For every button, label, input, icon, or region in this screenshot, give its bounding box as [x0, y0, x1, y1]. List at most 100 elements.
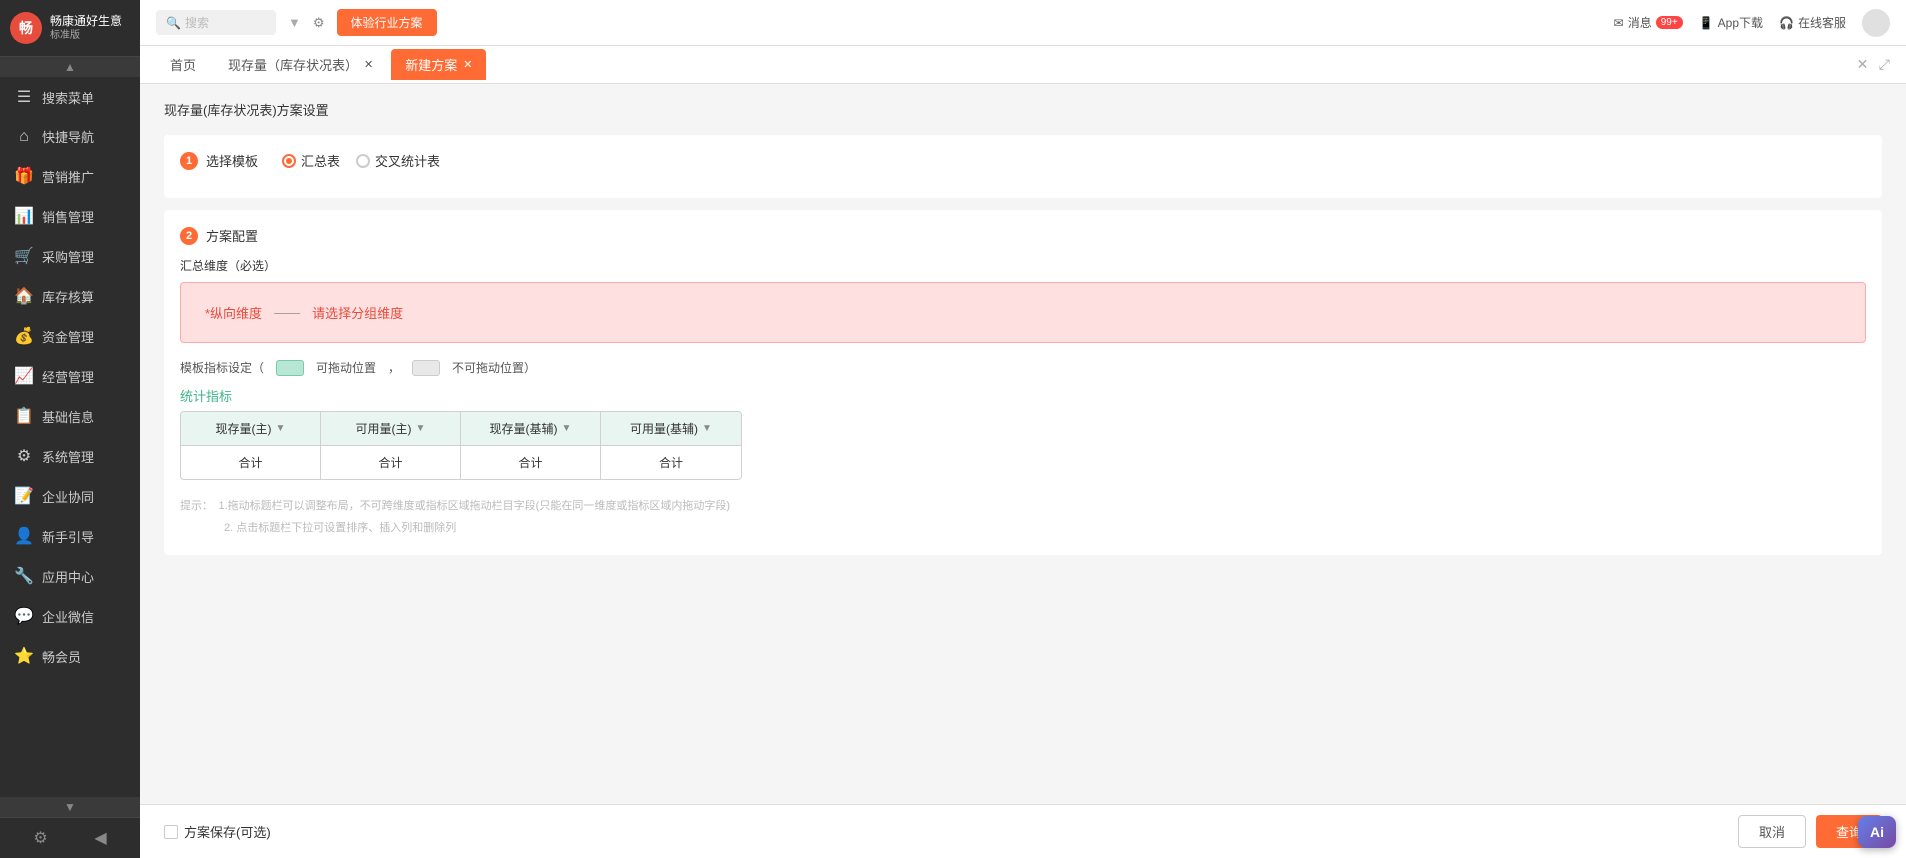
maximize-icon: ⤢	[1879, 56, 1890, 72]
page-title: 现存量(库存状况表)方案设置	[164, 100, 1882, 119]
col-header-2[interactable]: 现存量(基辅) ▼	[461, 412, 601, 446]
top-gear-icon[interactable]: ⚙	[313, 15, 325, 31]
indicator-row: 模板指标设定（ 可拖动位置 ， 不可拖动位置）	[180, 359, 1866, 376]
step1-num: 1	[180, 152, 198, 170]
table-header: 现存量(主) ▼ 可用量(主) ▼ 现存量(基辅) ▼	[181, 412, 741, 446]
table-body: 合计 合计 合计 合计	[181, 446, 741, 479]
sidebar-item-wechat[interactable]: 💬 企业微信	[0, 596, 140, 636]
sidebar-nav: ☰ 搜索菜单 ⌂ 快捷导航 🎁 营销推广 📊 销售管理 🛒 采购管理 🏠 库存核…	[0, 77, 140, 797]
chevron-icon-2: ▼	[562, 423, 572, 434]
tab-expand-btn[interactable]: ✕ ⤢	[1857, 56, 1890, 74]
tips-area: 提示： 1.拖动标题栏可以调整布局，不可跨维度或指标区域拖动栏目字段(只能在同一…	[180, 495, 1866, 539]
app-download-btn[interactable]: 📱 App下载	[1699, 14, 1763, 31]
appstore-icon: 🔧	[14, 566, 34, 586]
tab-inventory[interactable]: 现存量（库存状况表） ✕	[214, 49, 387, 80]
col-header-0[interactable]: 现存量(主) ▼	[181, 412, 321, 446]
dim-label: 汇总维度（必选）	[180, 257, 1866, 274]
ai-float-button[interactable]: Ai	[1858, 816, 1896, 848]
collapse-btn[interactable]: ◀	[94, 828, 106, 848]
save-checkbox[interactable]	[164, 825, 178, 839]
bottom-bar: 方案保存(可选) 取消 查询	[140, 804, 1906, 858]
cancel-button[interactable]: 取消	[1738, 815, 1806, 848]
radio-summary[interactable]: 汇总表	[282, 151, 340, 170]
radio-cross-dot	[356, 154, 370, 168]
top-search[interactable]: 🔍 搜索	[156, 10, 276, 35]
online-service-btn[interactable]: 🎧 在线客服	[1779, 14, 1846, 31]
chevron-icon-1: ▼	[416, 423, 426, 434]
logo-icon: 畅	[10, 12, 42, 44]
close-panel-icon: ✕	[1857, 56, 1869, 72]
sidebar-item-finance[interactable]: 💰 资金管理	[0, 316, 140, 356]
system-icon: ⚙	[14, 446, 34, 466]
sidebar-item-search[interactable]: ☰ 搜索菜单	[0, 77, 140, 117]
sidebar: 畅 畅康通好生意 标准版 ▲ ☰ 搜索菜单 ⌂ 快捷导航 🎁 营销推广 📊 销售…	[0, 0, 140, 858]
tab-new-plan-close[interactable]: ✕	[463, 58, 472, 71]
sidebar-logo: 畅 畅康通好生意 标准版	[0, 0, 140, 57]
sidebar-item-collab[interactable]: 📝 企业协同	[0, 476, 140, 516]
sidebar-scroll-down[interactable]: ▼	[0, 797, 140, 817]
purchase-icon: 🛒	[14, 246, 34, 266]
step2-section: 2 方案配置 汇总维度（必选） *纵向维度 —— 请选择分组维度 模板指标设定（…	[164, 210, 1882, 555]
col-cell-1: 合计	[321, 446, 461, 479]
user-avatar[interactable]	[1862, 9, 1890, 37]
dim-required: *纵向维度	[205, 303, 262, 322]
radio-cross[interactable]: 交叉统计表	[356, 151, 440, 170]
sidebar-item-newbie[interactable]: 👤 新手引导	[0, 516, 140, 556]
finance-icon: 💰	[14, 326, 34, 346]
save-option: 方案保存(可选)	[164, 822, 271, 841]
chevron-icon-3: ▼	[702, 423, 712, 434]
sales-icon: 📊	[14, 206, 34, 226]
draggable-indicator-box	[276, 360, 304, 376]
top-bar-right: ✉ 消息 99+ 📱 App下载 🎧 在线客服	[1614, 9, 1890, 37]
collab-icon: 📝	[14, 486, 34, 506]
top-bar: 🔍 搜索 ▼ ⚙ 体验行业方案 ✉ 消息 99+ 📱 App下载 🎧 在线客服	[140, 0, 1906, 46]
tip-1: 提示： 1.拖动标题栏可以调整布局，不可跨维度或指标区域拖动栏目字段(只能在同一…	[180, 495, 1866, 517]
search-menu-icon: ☰	[14, 87, 34, 107]
experience-btn[interactable]: 体验行业方案	[337, 9, 437, 36]
sidebar-item-sales[interactable]: 📊 销售管理	[0, 196, 140, 236]
management-icon: 📈	[14, 366, 34, 386]
indicator-sep: ，	[388, 359, 400, 376]
step1-header: 1 选择模板 汇总表 交叉统计表	[180, 151, 1866, 170]
dim-area[interactable]: *纵向维度 —— 请选择分组维度	[180, 282, 1866, 343]
sidebar-scroll-up[interactable]: ▲	[0, 57, 140, 77]
main-area: 🔍 搜索 ▼ ⚙ 体验行业方案 ✉ 消息 99+ 📱 App下载 🎧 在线客服	[140, 0, 1906, 858]
sidebar-item-system[interactable]: ⚙ 系统管理	[0, 436, 140, 476]
step2-title: 方案配置	[206, 226, 258, 245]
col-header-3[interactable]: 可用量(基辅) ▼	[601, 412, 741, 446]
step1-title: 选择模板	[206, 151, 258, 170]
tab-inventory-close[interactable]: ✕	[364, 58, 373, 71]
marketing-icon: 🎁	[14, 166, 34, 186]
sidebar-item-purchase[interactable]: 🛒 采购管理	[0, 236, 140, 276]
step2-header: 2 方案配置	[180, 226, 1866, 245]
tab-bar: 首页 现存量（库存状况表） ✕ 新建方案 ✕ ✕ ⤢	[140, 46, 1906, 84]
data-table: 现存量(主) ▼ 可用量(主) ▼ 现存量(基辅) ▼	[180, 411, 742, 480]
message-badge: 99+	[1656, 16, 1683, 29]
home-icon: ⌂	[14, 128, 34, 146]
sidebar-item-marketing[interactable]: 🎁 营销推广	[0, 156, 140, 196]
sidebar-item-quicknav[interactable]: ⌂ 快捷导航	[0, 117, 140, 156]
indicator-label: 模板指标设定（	[180, 359, 264, 376]
message-section[interactable]: ✉ 消息 99+	[1614, 14, 1683, 31]
sidebar-item-appstore[interactable]: 🔧 应用中心	[0, 556, 140, 596]
settings-btn[interactable]: ⚙	[33, 828, 47, 848]
template-radio-group: 汇总表 交叉统计表	[282, 151, 440, 170]
sidebar-item-member[interactable]: ⭐ 畅会员	[0, 636, 140, 676]
col-header-1[interactable]: 可用量(主) ▼	[321, 412, 461, 446]
dim-arrow: ——	[274, 305, 300, 320]
search-dropdown-icon[interactable]: ▼	[288, 15, 301, 30]
col-cell-0: 合计	[181, 446, 321, 479]
tab-new-plan[interactable]: 新建方案 ✕	[391, 49, 486, 80]
phone-icon: 📱	[1699, 16, 1714, 30]
stats-label: 统计指标	[180, 386, 1866, 405]
main-content: 现存量(库存状况表)方案设置 1 选择模板 汇总表 交叉统计表	[140, 84, 1906, 804]
col-cell-3: 合计	[601, 446, 741, 479]
search-icon: 🔍	[166, 16, 181, 30]
sidebar-item-inventory[interactable]: 🏠 库存核算	[0, 276, 140, 316]
sidebar-item-basic-info[interactable]: 📋 基础信息	[0, 396, 140, 436]
tab-home[interactable]: 首页	[156, 49, 210, 80]
headset-icon: 🎧	[1779, 16, 1794, 30]
draggable-label: 可拖动位置	[316, 359, 376, 376]
chevron-icon-0: ▼	[276, 423, 286, 434]
sidebar-item-management[interactable]: 📈 经营管理	[0, 356, 140, 396]
